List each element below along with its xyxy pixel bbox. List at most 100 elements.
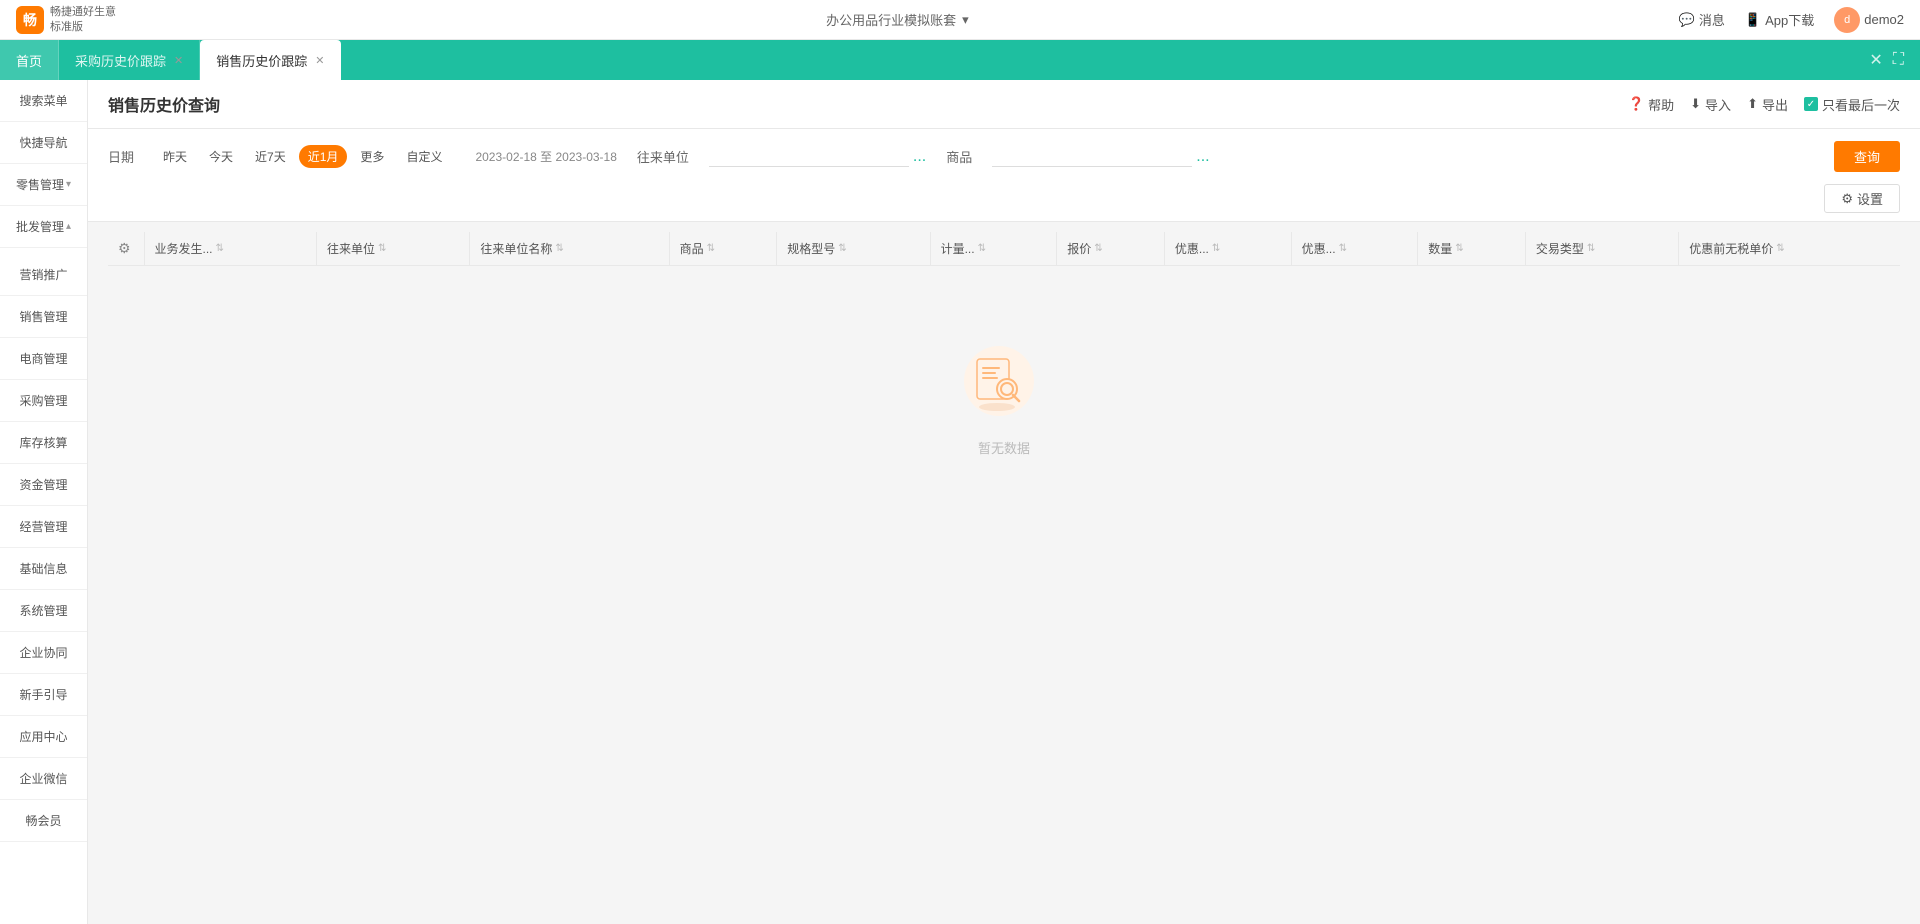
- filter-row: 日期 昨天 今天 近7天 近1月 更多 自定义 2023-02-18 至 202…: [108, 141, 1900, 172]
- date-buttons: 昨天 今天 近7天 近1月 更多 自定义: [154, 145, 451, 168]
- checkbox-icon: ✓: [1804, 97, 1818, 111]
- phone-icon: 📱: [1745, 12, 1761, 28]
- tab-purchase[interactable]: 采购历史价跟踪 ✕: [59, 40, 200, 80]
- sidebar-sys-mgmt-label: 系统管理: [19, 604, 67, 618]
- message-icon: 💬: [1679, 12, 1695, 28]
- sidebar-item-purchase-mgmt[interactable]: 采购管理: [0, 380, 87, 422]
- filter-area: 日期 昨天 今天 近7天 近1月 更多 自定义 2023-02-18 至 202…: [88, 129, 1920, 222]
- sidebar-item-basic-info[interactable]: 基础信息: [0, 548, 87, 590]
- sidebar-purchase-mgmt-label: 采购管理: [19, 394, 67, 408]
- date-btn-1month[interactable]: 近1月: [299, 145, 348, 168]
- empty-text: 暂无数据: [978, 438, 1030, 457]
- sidebar-member-label: 畅会员: [25, 814, 61, 828]
- tab-home[interactable]: 首页: [0, 40, 59, 80]
- sidebar-newbie-label: 新手引导: [19, 688, 67, 702]
- logo-icon: 畅: [16, 6, 44, 34]
- sort-icon: ⇅: [216, 243, 224, 254]
- chevron-down-icon: ▾: [66, 179, 71, 190]
- product-picker-icon[interactable]: ...: [1196, 148, 1209, 166]
- col-discount2[interactable]: 优惠...⇅: [1291, 232, 1418, 266]
- sidebar-item-app-center[interactable]: 应用中心: [0, 716, 87, 758]
- only-last-checkbox[interactable]: ✓ 只看最后一次: [1804, 95, 1900, 114]
- col-unit-code[interactable]: 往来单位⇅: [316, 232, 469, 266]
- home-tab-label: 首页: [16, 51, 42, 70]
- col-product[interactable]: 商品⇅: [669, 232, 777, 266]
- col-unit-name[interactable]: 往来单位名称⇅: [470, 232, 669, 266]
- help-btn[interactable]: ❓ 帮助: [1628, 95, 1674, 114]
- close-all-tabs-icon[interactable]: ✕: [1869, 50, 1882, 70]
- sort-icon: ⇅: [707, 243, 715, 254]
- top-bar-right: 💬 消息 📱 App下载 d demo2: [1679, 7, 1904, 33]
- sales-tab-label: 销售历史价跟踪: [216, 51, 307, 70]
- data-table: ⚙ 业务发生...⇅ 往来单位⇅ 往来单位名称⇅ 商品⇅: [108, 232, 1900, 266]
- sidebar-item-newbie[interactable]: 新手引导: [0, 674, 87, 716]
- sidebar-item-marketing[interactable]: 营销推广: [0, 248, 87, 296]
- page-header-actions: ❓ 帮助 ⬇ 导入 ⬆ 导出 ✓ 只看最后一次: [1628, 95, 1900, 114]
- import-btn[interactable]: ⬇ 导入: [1690, 95, 1731, 114]
- sort-icon: ⇅: [1455, 243, 1463, 254]
- page-header: 销售历史价查询 ❓ 帮助 ⬇ 导入 ⬆ 导出 ✓ 只看最后一次: [88, 80, 1920, 129]
- user-profile[interactable]: d demo2: [1834, 7, 1904, 33]
- sidebar-item-corp-wechat[interactable]: 企业微信: [0, 758, 87, 800]
- source-unit-picker-icon[interactable]: ...: [913, 148, 926, 166]
- empty-svg-icon: [969, 351, 1029, 411]
- date-btn-more[interactable]: 更多: [351, 145, 393, 168]
- sidebar-item-enterprise[interactable]: 企业协同: [0, 632, 87, 674]
- sidebar-item-ecommerce[interactable]: 电商管理: [0, 338, 87, 380]
- product-input-wrapper: ...: [992, 147, 1209, 167]
- sidebar-sales-mgmt-label: 销售管理: [19, 310, 67, 324]
- col-unit[interactable]: 计量...⇅: [930, 232, 1057, 266]
- source-unit-label: 往来单位: [637, 147, 689, 166]
- product-input[interactable]: [992, 147, 1192, 167]
- sort-icon: ⇅: [1212, 243, 1220, 254]
- table-header-row: ⚙ 业务发生...⇅ 往来单位⇅ 往来单位名称⇅ 商品⇅: [108, 232, 1900, 266]
- sidebar-retail-mgmt-label: 零售管理: [16, 176, 64, 193]
- sidebar-item-search-menu[interactable]: 搜索菜单: [0, 80, 87, 122]
- main-layout: 搜索菜单 快捷导航 零售管理 ▾ 批发管理 ▴ 营销推广 销售管理 电商管理 采…: [0, 80, 1920, 924]
- sidebar-item-inventory[interactable]: 库存核算: [0, 422, 87, 464]
- company-selector[interactable]: 办公用品行业模拟账套 ▾: [826, 10, 969, 29]
- sidebar-item-sales-mgmt[interactable]: 销售管理: [0, 296, 87, 338]
- app-download-btn[interactable]: 📱 App下载: [1745, 10, 1814, 29]
- date-filter-label: 日期: [108, 147, 134, 166]
- sidebar-basic-info-label: 基础信息: [19, 562, 67, 576]
- fullscreen-icon[interactable]: ⛶: [1893, 51, 1904, 69]
- sort-icon: ⇅: [1587, 243, 1595, 254]
- date-btn-custom[interactable]: 自定义: [397, 145, 451, 168]
- source-unit-input[interactable]: [709, 147, 909, 167]
- column-settings-gear-icon[interactable]: ⚙: [118, 240, 131, 257]
- sidebar-item-finance[interactable]: 资金管理: [0, 464, 87, 506]
- export-icon: ⬆: [1747, 96, 1758, 112]
- date-btn-7days[interactable]: 近7天: [246, 145, 295, 168]
- message-btn[interactable]: 💬 消息: [1679, 10, 1725, 29]
- col-discount1[interactable]: 优惠...⇅: [1164, 232, 1291, 266]
- export-btn[interactable]: ⬆ 导出: [1747, 95, 1788, 114]
- purchase-tab-close[interactable]: ✕: [174, 54, 183, 67]
- col-biz-date[interactable]: 业务发生...⇅: [144, 232, 316, 266]
- col-quote[interactable]: 报价⇅: [1057, 232, 1165, 266]
- sales-tab-close[interactable]: ✕: [315, 54, 324, 67]
- col-settings: ⚙: [108, 232, 144, 266]
- sidebar-item-retail-mgmt[interactable]: 零售管理 ▾: [0, 164, 87, 206]
- sidebar-item-wholesale-mgmt[interactable]: 批发管理 ▴: [0, 206, 87, 248]
- sidebar-corp-wechat-label: 企业微信: [19, 772, 67, 786]
- filter-actions: 查询: [1834, 141, 1900, 172]
- query-button[interactable]: 查询: [1834, 141, 1900, 172]
- date-btn-yesterday[interactable]: 昨天: [154, 145, 196, 168]
- sidebar-item-operations[interactable]: 经营管理: [0, 506, 87, 548]
- date-btn-today[interactable]: 今天: [200, 145, 242, 168]
- tab-sales[interactable]: 销售历史价跟踪 ✕: [200, 40, 341, 80]
- sidebar-enterprise-label: 企业协同: [19, 646, 67, 660]
- col-quantity[interactable]: 数量⇅: [1418, 232, 1526, 266]
- logo-text: 畅捷通好生意 标准版: [50, 5, 116, 34]
- col-trade-type[interactable]: 交易类型⇅: [1525, 232, 1678, 266]
- sidebar-item-sys-mgmt[interactable]: 系统管理: [0, 590, 87, 632]
- empty-state: 暂无数据: [108, 266, 1900, 537]
- settings-button[interactable]: ⚙ 设置: [1824, 184, 1900, 213]
- sidebar-item-quick-nav[interactable]: 快捷导航: [0, 122, 87, 164]
- sidebar-item-member[interactable]: 畅会员: [0, 800, 87, 842]
- col-pre-tax-price[interactable]: 优惠前无税单价⇅: [1679, 232, 1900, 266]
- sidebar-inventory-label: 库存核算: [19, 436, 67, 450]
- sidebar-search-menu-label: 搜索菜单: [19, 94, 67, 108]
- col-spec[interactable]: 规格型号⇅: [777, 232, 930, 266]
